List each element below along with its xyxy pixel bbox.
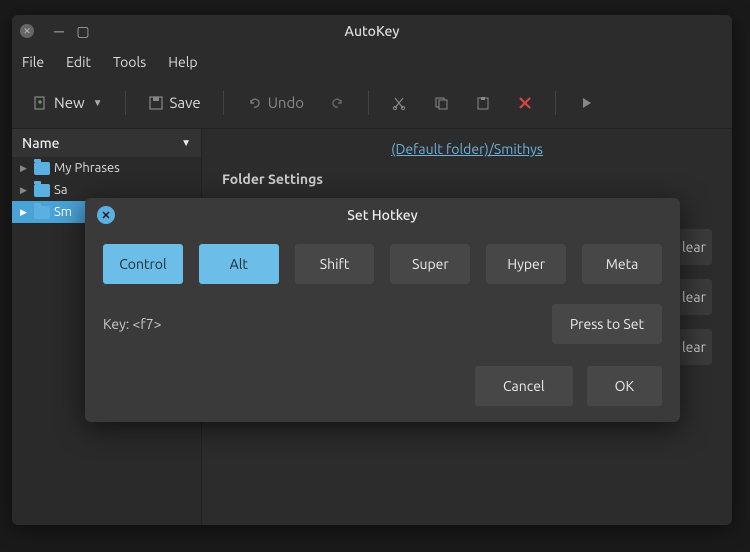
- separator: [368, 91, 369, 115]
- undo-icon: [246, 95, 262, 111]
- ok-button[interactable]: OK: [587, 366, 662, 406]
- separator: [555, 91, 556, 115]
- cut-icon: [391, 95, 407, 111]
- tree-item-label: My Phrases: [54, 161, 120, 175]
- section-title: Folder Settings: [222, 171, 712, 187]
- modifier-control-toggle[interactable]: Control: [103, 244, 183, 284]
- copy-icon: [433, 95, 449, 111]
- caret-right-icon: ▶: [20, 163, 30, 174]
- toolbar-undo-button[interactable]: Undo: [236, 88, 314, 117]
- key-row: Key: <f7> Press to Set: [85, 294, 680, 352]
- redo-icon: [330, 95, 346, 111]
- toolbar-run-button[interactable]: [568, 89, 604, 117]
- breadcrumb-link[interactable]: (Default folder)/Smithys: [391, 141, 543, 157]
- toolbar-paste-button[interactable]: [465, 89, 501, 117]
- modifier-shift-toggle[interactable]: Shift: [295, 244, 375, 284]
- window-title: AutoKey: [100, 23, 724, 39]
- caret-right-icon: ▶: [20, 207, 30, 218]
- window-minimize-button[interactable]: ─: [52, 24, 66, 38]
- menubar: File Edit Tools Help: [12, 47, 732, 77]
- dialog-titlebar: ✕ Set Hotkey: [85, 198, 680, 228]
- menu-tools[interactable]: Tools: [113, 54, 146, 70]
- toolbar-delete-button[interactable]: [507, 89, 543, 117]
- modifier-row: Control Alt Shift Super Hyper Meta: [85, 228, 680, 294]
- folder-icon: [34, 162, 50, 175]
- tree-item-label: Sm: [54, 205, 72, 219]
- sidebar-header-label: Name: [22, 135, 60, 151]
- tree-item-label: Sa: [54, 183, 68, 197]
- caret-right-icon: ▶: [20, 185, 30, 196]
- folder-icon: [34, 184, 50, 197]
- breadcrumb: (Default folder)/Smithys: [222, 141, 712, 157]
- modifier-alt-toggle[interactable]: Alt: [199, 244, 279, 284]
- new-file-icon: [32, 95, 48, 111]
- menu-help[interactable]: Help: [168, 54, 197, 70]
- menu-file[interactable]: File: [22, 54, 44, 70]
- window-close-button[interactable]: ✕: [20, 24, 34, 38]
- separator: [125, 91, 126, 115]
- toolbar-new-button[interactable]: New ▼: [22, 88, 113, 117]
- toolbar-copy-button[interactable]: [423, 89, 459, 117]
- modifier-meta-toggle[interactable]: Meta: [582, 244, 662, 284]
- folder-icon: [34, 206, 50, 219]
- toolbar-cut-button[interactable]: [381, 89, 417, 117]
- tree-item-my-phrases[interactable]: ▶ My Phrases: [12, 157, 201, 179]
- press-to-set-button[interactable]: Press to Set: [552, 304, 662, 344]
- cancel-button[interactable]: Cancel: [475, 366, 573, 406]
- dialog-close-button[interactable]: ✕: [97, 206, 115, 224]
- dialog-title: Set Hotkey: [115, 207, 668, 223]
- titlebar: ✕ ─ ▢ AutoKey: [12, 15, 732, 47]
- window-maximize-button[interactable]: ▢: [76, 24, 90, 38]
- play-icon: [578, 95, 594, 111]
- modifier-hyper-toggle[interactable]: Hyper: [486, 244, 566, 284]
- toolbar-new-label: New: [54, 94, 85, 111]
- chevron-down-icon: ▼: [93, 97, 103, 109]
- save-icon: [148, 95, 164, 111]
- set-hotkey-dialog: ✕ Set Hotkey Control Alt Shift Super Hyp…: [85, 198, 680, 422]
- toolbar-redo-button[interactable]: [320, 89, 356, 117]
- toolbar: New ▼ Save Undo: [12, 77, 732, 129]
- delete-icon: [517, 95, 533, 111]
- dialog-actions: Cancel OK: [85, 352, 680, 406]
- toolbar-save-button[interactable]: Save: [138, 88, 211, 117]
- key-label: Key: <f7>: [103, 316, 162, 332]
- modifier-super-toggle[interactable]: Super: [390, 244, 470, 284]
- menu-edit[interactable]: Edit: [66, 54, 91, 70]
- separator: [223, 91, 224, 115]
- paste-icon: [475, 95, 491, 111]
- chevron-down-icon: ▼: [181, 137, 191, 149]
- sidebar-header[interactable]: Name ▼: [12, 129, 201, 157]
- toolbar-save-label: Save: [170, 94, 201, 111]
- toolbar-undo-label: Undo: [268, 94, 304, 111]
